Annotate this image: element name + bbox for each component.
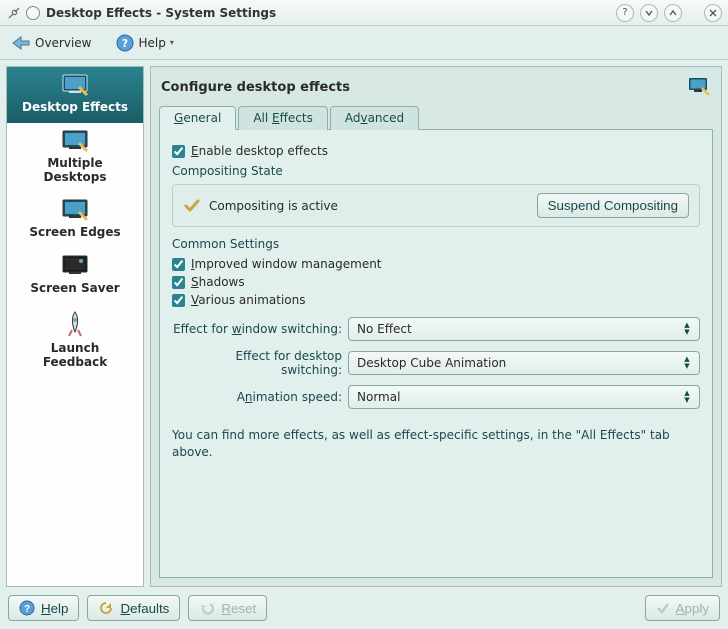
sidebar-item-multiple-desktops[interactable]: MultipleDesktops xyxy=(7,123,143,193)
reset-button: Reset xyxy=(188,595,267,621)
animations-checkbox[interactable]: Various animations xyxy=(172,293,700,307)
suspend-compositing-button[interactable]: Suspend Compositing xyxy=(537,193,689,218)
sidebar-item-label: Desktop Effects xyxy=(11,101,139,115)
window-switch-combo[interactable]: No Effect ▲▼ xyxy=(348,317,700,341)
back-arrow-icon xyxy=(11,35,31,51)
svg-text:?: ? xyxy=(24,604,30,615)
close-button[interactable] xyxy=(704,4,722,22)
fieldset-legend: Compositing State xyxy=(172,164,700,178)
undo-icon xyxy=(199,600,215,616)
animation-speed-combo[interactable]: Normal ▲▼ xyxy=(348,385,700,409)
window-switch-label: Effect for window switching: xyxy=(172,322,342,336)
defaults-button[interactable]: Defaults xyxy=(87,595,180,621)
monitor-wrench-icon xyxy=(687,77,711,97)
desktop-switch-label: Effect for desktop switching: xyxy=(172,349,342,377)
monitor-wrench-icon xyxy=(59,73,91,99)
window: Desktop Effects - System Settings ? Over… xyxy=(0,0,728,629)
checkmark-icon xyxy=(183,197,201,215)
monitor-wrench-icon xyxy=(59,198,91,224)
help-label: Help xyxy=(139,36,166,50)
common-settings-fieldset: Common Settings Improved window manageme… xyxy=(172,237,700,461)
animation-speed-label: Animation speed: xyxy=(172,390,342,404)
tab-advanced[interactable]: Advanced xyxy=(330,106,419,130)
sidebar-item-label: MultipleDesktops xyxy=(11,157,139,185)
sidebar-item-screen-edges[interactable]: Screen Edges xyxy=(7,192,143,248)
sidebar-item-launch-feedback[interactable]: LaunchFeedback xyxy=(7,304,143,378)
minimize-button[interactable] xyxy=(640,4,658,22)
sidebar: Desktop Effects MultipleDesktops Screen … xyxy=(6,66,144,587)
tab-all-effects[interactable]: All Effects xyxy=(238,106,328,130)
compositing-status-text: Compositing is active xyxy=(209,199,338,213)
sidebar-item-label: Screen Edges xyxy=(11,226,139,240)
compositing-fieldset: Compositing State Compositing is active … xyxy=(172,164,700,227)
app-tools-icon xyxy=(6,5,22,21)
enable-effects-checkbox[interactable]: Enable desktop effects xyxy=(172,144,700,158)
sidebar-item-label: LaunchFeedback xyxy=(11,342,139,370)
body: Desktop Effects MultipleDesktops Screen … xyxy=(0,60,728,587)
desktop-switch-combo[interactable]: Desktop Cube Animation ▲▼ xyxy=(348,351,700,375)
spinner-icon: ▲▼ xyxy=(679,356,695,370)
help-icon: ? xyxy=(19,600,35,616)
hint-text: You can find more effects, as well as ef… xyxy=(172,427,700,461)
enable-effects-input[interactable] xyxy=(172,145,185,158)
tab-general[interactable]: General xyxy=(159,106,236,130)
effect-form: Effect for window switching: No Effect ▲… xyxy=(172,317,700,409)
shadows-input[interactable] xyxy=(172,276,185,289)
refresh-icon xyxy=(98,600,114,616)
sidebar-item-label: Screen Saver xyxy=(11,282,139,296)
overview-label: Overview xyxy=(35,36,92,50)
titlebar: Desktop Effects - System Settings ? xyxy=(0,0,728,26)
titlebar-buttons: ? xyxy=(616,4,722,22)
checkmark-icon xyxy=(656,601,670,615)
combo-value: Normal xyxy=(357,390,400,404)
animations-input[interactable] xyxy=(172,294,185,307)
apply-button: Apply xyxy=(645,595,720,621)
dropdown-arrow-icon: ▾ xyxy=(170,38,174,47)
improved-window-checkbox[interactable]: Improved window management xyxy=(172,257,700,271)
rocket-icon xyxy=(62,310,88,340)
help-menu[interactable]: ? Help ▾ xyxy=(115,33,174,53)
window-title: Desktop Effects - System Settings xyxy=(46,6,616,20)
footer: ? Help Defaults Reset Apply xyxy=(0,587,728,629)
content-header: Configure desktop effects xyxy=(159,75,713,105)
combo-value: No Effect xyxy=(357,322,412,336)
fieldset-legend: Common Settings xyxy=(172,237,700,251)
svg-text:?: ? xyxy=(121,37,127,50)
tab-content-general: Enable desktop effects Compositing State… xyxy=(159,130,713,578)
help-button[interactable]: ? Help xyxy=(8,595,79,621)
sidebar-item-screen-saver[interactable]: Screen Saver xyxy=(7,248,143,304)
improved-window-input[interactable] xyxy=(172,258,185,271)
help-titlebar-button[interactable]: ? xyxy=(616,4,634,22)
spinner-icon: ▲▼ xyxy=(679,322,695,336)
content-panel: Configure desktop effects General All Ef… xyxy=(150,66,722,587)
page-title: Configure desktop effects xyxy=(161,80,350,95)
overview-button[interactable]: Overview xyxy=(8,31,101,55)
help-icon: ? xyxy=(115,33,135,53)
tabbar: General All Effects Advanced xyxy=(159,105,713,130)
sidebar-item-desktop-effects[interactable]: Desktop Effects xyxy=(7,67,143,123)
titlebar-menu-icon[interactable] xyxy=(26,6,40,20)
maximize-button[interactable] xyxy=(664,4,682,22)
combo-value: Desktop Cube Animation xyxy=(357,356,506,370)
screensaver-icon xyxy=(59,254,91,280)
toolbar: Overview ? Help ▾ xyxy=(0,26,728,60)
monitor-wrench-icon xyxy=(59,129,91,155)
spinner-icon: ▲▼ xyxy=(679,390,695,404)
compositing-status-row: Compositing is active Suspend Compositin… xyxy=(172,184,700,227)
shadows-checkbox[interactable]: Shadows xyxy=(172,275,700,289)
